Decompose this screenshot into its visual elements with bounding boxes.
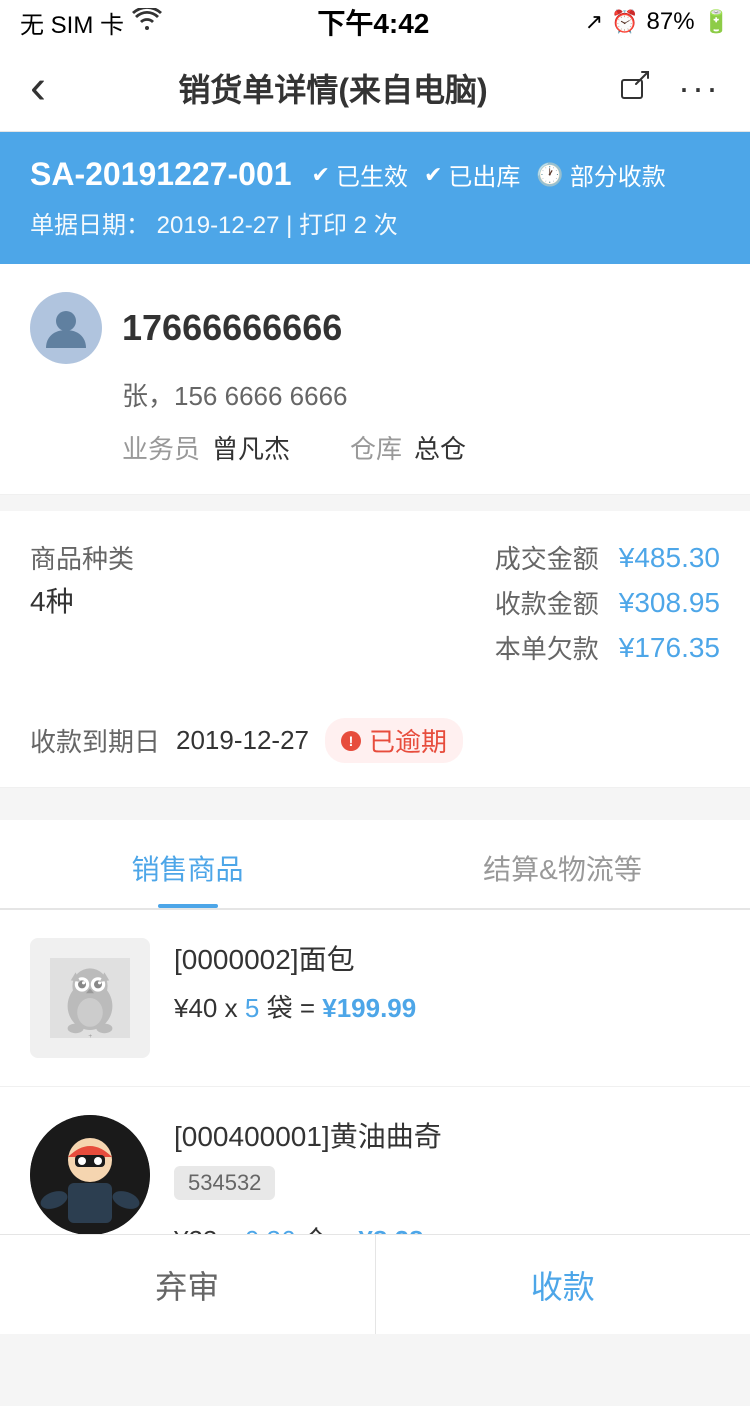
tab-sales-products[interactable]: 销售商品 bbox=[0, 820, 375, 908]
export-icon[interactable] bbox=[620, 66, 654, 109]
product-name-1: [0000002]面包 bbox=[174, 938, 720, 978]
svg-text:+: + bbox=[88, 1033, 92, 1038]
status-label-3: 部分收款 bbox=[570, 157, 666, 192]
tab-label-2: 结算&物流等 bbox=[483, 854, 642, 885]
nav-actions: ··· bbox=[620, 66, 720, 109]
tab-settlement[interactable]: 结算&物流等 bbox=[375, 820, 750, 908]
customer-sub-info: 张，156 6666 6666 bbox=[30, 376, 720, 413]
product-name-2: [000400001]黄油曲奇 bbox=[174, 1115, 720, 1155]
status-right: ↗ ⏰ 87% 🔋 bbox=[585, 8, 730, 36]
wifi-icon bbox=[132, 8, 162, 36]
list-item: + [0000002]面包 ¥40 x 5 袋 = ¥199.99 bbox=[0, 910, 750, 1087]
check-icon-1: ✔ bbox=[312, 162, 330, 188]
amount-value-1: ¥485.30 bbox=[619, 542, 720, 574]
location-icon: ↗ bbox=[585, 9, 603, 35]
separator bbox=[0, 788, 750, 804]
amount-label-2: 收款金额 bbox=[495, 584, 599, 621]
status-badges: ✔ 已生效 ✔ 已出库 🕐 部分收款 bbox=[312, 157, 666, 192]
amount-row-2: 收款金额 ¥308.95 bbox=[495, 584, 720, 621]
summary-left: 商品种类 4种 bbox=[30, 539, 134, 620]
customer-section: 17666666666 张，156 6666 6666 业务员 曾凡杰 仓库 总… bbox=[0, 264, 750, 495]
time-display: 下午4:42 bbox=[317, 2, 429, 42]
amount-value-3: ¥176.35 bbox=[619, 632, 720, 664]
status-badge-1: ✔ 已生效 bbox=[312, 157, 408, 192]
warehouse-item: 仓库 总仓 bbox=[350, 429, 466, 466]
amount-value-2: ¥308.95 bbox=[619, 587, 720, 619]
due-label: 收款到期日 bbox=[30, 722, 160, 759]
battery-text: 87% bbox=[647, 8, 695, 36]
tab-label-1: 销售商品 bbox=[131, 854, 243, 885]
salesperson-value: 曾凡杰 bbox=[212, 429, 290, 466]
cancel-audit-button[interactable]: 弃审 bbox=[0, 1235, 376, 1334]
back-button[interactable]: ‹ bbox=[30, 60, 46, 115]
overdue-exclamation-icon: ! bbox=[341, 731, 361, 751]
due-date-value: 2019-12-27 bbox=[176, 725, 309, 756]
product-price-1: ¥40 x 5 袋 = ¥199.99 bbox=[174, 988, 720, 1025]
amount-label-1: 成交金额 bbox=[495, 539, 599, 576]
print-info: | 打印 2 次 bbox=[286, 212, 398, 239]
status-label-1: 已生效 bbox=[336, 157, 408, 192]
type-label: 商品种类 bbox=[30, 539, 134, 576]
amount-row-1: 成交金额 ¥485.30 bbox=[495, 539, 720, 576]
carrier-text: 无 SIM 卡 bbox=[20, 5, 124, 40]
due-date-section: 收款到期日 2019-12-27 ! 已逾期 bbox=[0, 694, 750, 788]
status-left: 无 SIM 卡 bbox=[20, 5, 162, 40]
product-tag-2: 534532 bbox=[174, 1166, 275, 1200]
overdue-badge: ! 已逾期 bbox=[325, 718, 463, 763]
product-thumbnail-1: + bbox=[30, 938, 150, 1058]
status-badge-3: 🕐 部分收款 bbox=[536, 157, 665, 192]
more-icon[interactable]: ··· bbox=[678, 67, 720, 109]
overdue-text: 已逾期 bbox=[369, 722, 447, 759]
summary-section: 商品种类 4种 成交金额 ¥485.30 收款金额 ¥308.95 本单欠款 ¥… bbox=[0, 511, 750, 694]
avatar bbox=[30, 292, 102, 364]
order-date: 2019-12-27 bbox=[157, 212, 280, 239]
page-title: 销货单详情(来自电脑) bbox=[178, 65, 487, 111]
product-thumbnail-2 bbox=[30, 1115, 150, 1235]
nav-bar: ‹ 销货单详情(来自电脑) ··· bbox=[0, 44, 750, 132]
product-info-1: [0000002]面包 ¥40 x 5 袋 = ¥199.99 bbox=[174, 938, 720, 1025]
type-value: 4种 bbox=[30, 580, 134, 620]
bottom-bar: 弃审 收款 bbox=[0, 1234, 750, 1334]
status-label-2: 已出库 bbox=[448, 157, 520, 192]
date-label: 单据日期： bbox=[30, 212, 150, 239]
customer-meta: 业务员 曾凡杰 仓库 总仓 bbox=[30, 429, 720, 466]
warehouse-value: 总仓 bbox=[414, 429, 466, 466]
order-header: SA-20191227-001 ✔ 已生效 ✔ 已出库 🕐 部分收款 单据日期：… bbox=[0, 132, 750, 264]
salesperson-item: 业务员 曾凡杰 bbox=[122, 429, 290, 466]
warehouse-label: 仓库 bbox=[350, 429, 402, 466]
amount-row-3: 本单欠款 ¥176.35 bbox=[495, 629, 720, 666]
status-bar: 无 SIM 卡 下午4:42 ↗ ⏰ 87% 🔋 bbox=[0, 0, 750, 44]
customer-phone: 17666666666 bbox=[122, 307, 342, 349]
tabs-section: 销售商品 结算&物流等 bbox=[0, 820, 750, 910]
status-badge-2: ✔ 已出库 bbox=[424, 157, 520, 192]
alarm-icon: ⏰ bbox=[611, 9, 638, 35]
battery-icon: 🔋 bbox=[703, 9, 730, 35]
amount-label-3: 本单欠款 bbox=[495, 629, 599, 666]
check-icon-2: ✔ bbox=[424, 162, 442, 188]
product-list: + [0000002]面包 ¥40 x 5 袋 = ¥199.99 bbox=[0, 910, 750, 1286]
order-id: SA-20191227-001 bbox=[30, 156, 292, 193]
summary-right: 成交金额 ¥485.30 收款金额 ¥308.95 本单欠款 ¥176.35 bbox=[495, 539, 720, 666]
collect-button[interactable]: 收款 bbox=[376, 1235, 750, 1334]
salesperson-label: 业务员 bbox=[122, 429, 200, 466]
clock-icon: 🕐 bbox=[536, 162, 563, 188]
order-date-row: 单据日期： 2019-12-27 | 打印 2 次 bbox=[30, 205, 720, 240]
